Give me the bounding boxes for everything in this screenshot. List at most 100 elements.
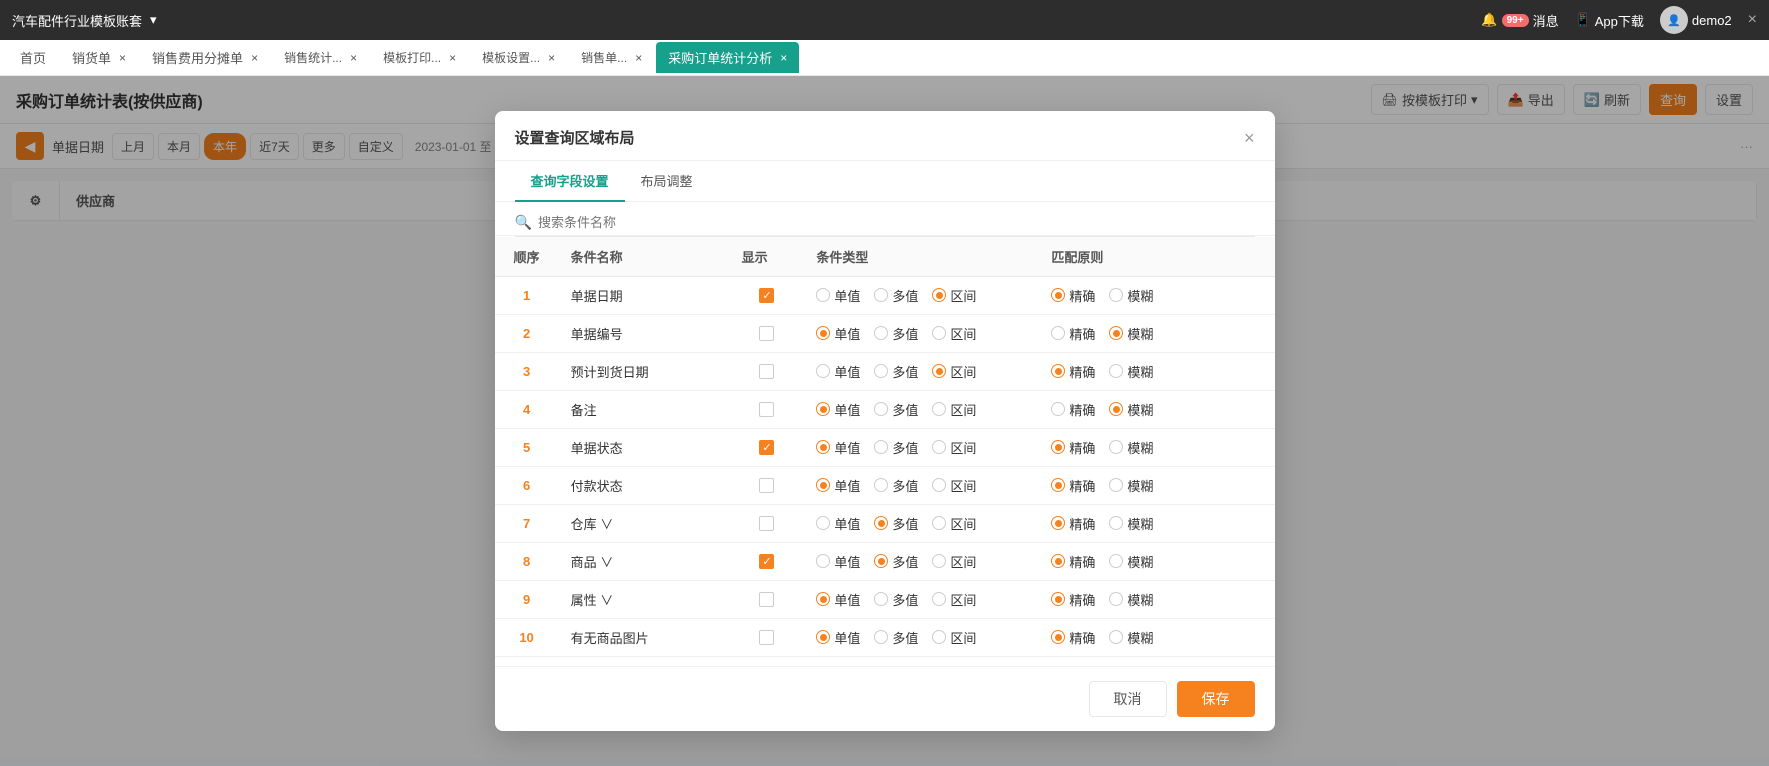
row-order-8: 9 (495, 580, 559, 618)
radio-match-模糊-8[interactable]: 模糊 (1109, 590, 1153, 609)
checkbox-display-2[interactable] (759, 364, 774, 379)
radio-type-单值-4[interactable]: 单值 (816, 438, 860, 457)
tab-query-fields[interactable]: 查询字段设置 (515, 161, 625, 202)
checkbox-display-9[interactable] (759, 630, 774, 645)
checkbox-display-8[interactable] (759, 592, 774, 607)
checkbox-display-6[interactable] (759, 516, 774, 531)
checkbox-display-7[interactable] (759, 554, 774, 569)
radio-type-单值-6[interactable]: 单值 (816, 514, 860, 533)
tab-sales-order-close[interactable]: × (119, 51, 126, 65)
radio-match-模糊-3[interactable]: 模糊 (1109, 400, 1153, 419)
checkbox-display-0[interactable] (759, 288, 774, 303)
radio-type-单值-8[interactable]: 单值 (816, 590, 860, 609)
radio-type-多值-0[interactable]: 多值 (874, 286, 918, 305)
row-order-3: 4 (495, 390, 559, 428)
radio-type-单值-1[interactable]: 单值 (816, 324, 860, 343)
radio-type-区间-8[interactable]: 区间 (932, 590, 976, 609)
tab-sales-tab5-close[interactable]: × (548, 51, 555, 65)
checkbox-display-1[interactable] (759, 326, 774, 341)
row-type-0: 单值多值区间 (804, 276, 1039, 314)
tab-sales-tab3[interactable]: 销售统计... × (272, 43, 369, 72)
checkbox-display-5[interactable] (759, 478, 774, 493)
tab-purchase-stats-close[interactable]: × (780, 51, 787, 65)
radio-match-精确-6[interactable]: 精确 (1051, 514, 1095, 533)
tab-sales-fee-close[interactable]: × (251, 51, 258, 65)
tab-layout-adjust[interactable]: 布局调整 (625, 161, 709, 202)
radio-match-模糊-6[interactable]: 模糊 (1109, 514, 1153, 533)
radio-type-单值-2[interactable]: 单值 (816, 362, 860, 381)
tab-purchase-stats[interactable]: 采购订单统计分析 × (656, 42, 799, 73)
header-type: 条件类型 (804, 237, 1039, 277)
radio-match-精确-4[interactable]: 精确 (1051, 438, 1095, 457)
cancel-button[interactable]: 取消 (1089, 681, 1167, 717)
tab-purchase-stats-label: 采购订单统计分析 (668, 48, 772, 67)
radio-match-模糊-9[interactable]: 模糊 (1109, 628, 1153, 647)
radio-type-多值-7[interactable]: 多值 (874, 552, 918, 571)
radio-type-区间-6[interactable]: 区间 (932, 514, 976, 533)
tab-sales-fee[interactable]: 销售费用分摊单 × (140, 42, 270, 73)
row-order-5: 6 (495, 466, 559, 504)
tab-sales-order[interactable]: 销货单 × (60, 42, 138, 73)
radio-match-模糊-0[interactable]: 模糊 (1109, 286, 1153, 305)
radio-type-区间-4[interactable]: 区间 (932, 438, 976, 457)
radio-type-区间-0[interactable]: 区间 (932, 286, 976, 305)
radio-match-模糊-4[interactable]: 模糊 (1109, 438, 1153, 457)
radio-type-单值-5[interactable]: 单值 (816, 476, 860, 495)
radio-type-单值-3[interactable]: 单值 (816, 400, 860, 419)
radio-match-精确-9[interactable]: 精确 (1051, 628, 1095, 647)
radio-match-模糊-5[interactable]: 模糊 (1109, 476, 1153, 495)
radio-match-模糊-1[interactable]: 模糊 (1109, 324, 1153, 343)
radio-type-多值-2[interactable]: 多值 (874, 362, 918, 381)
radio-type-单值-0[interactable]: 单值 (816, 286, 860, 305)
tab-sales-tab3-close[interactable]: × (350, 51, 357, 65)
radio-type-多值-9[interactable]: 多值 (874, 628, 918, 647)
radio-type-单值-7[interactable]: 单值 (816, 552, 860, 571)
radio-type-多值-6[interactable]: 多值 (874, 514, 918, 533)
row-match-9: 精确模糊 (1039, 618, 1274, 656)
radio-type-多值-3[interactable]: 多值 (874, 400, 918, 419)
top-bar: 汽车配件行业模板账套 ▾ 🔔 99+ 消息 📱 App下载 👤 demo2 × (0, 0, 1769, 40)
radio-type-多值-5[interactable]: 多值 (874, 476, 918, 495)
download-btn[interactable]: 📱 App下载 (1575, 11, 1644, 30)
notification-count: 99+ (1502, 14, 1529, 27)
row-type-7: 单值多值区间 (804, 542, 1039, 580)
save-button[interactable]: 保存 (1177, 681, 1255, 717)
checkbox-display-3[interactable] (759, 402, 774, 417)
radio-match-精确-7[interactable]: 精确 (1051, 552, 1095, 571)
radio-match-模糊-7[interactable]: 模糊 (1109, 552, 1153, 571)
user-area[interactable]: 👤 demo2 (1660, 6, 1732, 34)
notification-btn[interactable]: 🔔 99+ 消息 (1481, 11, 1558, 30)
tab-sales-tab4[interactable]: 模板打印... × (371, 43, 468, 72)
radio-match-精确-8[interactable]: 精确 (1051, 590, 1095, 609)
radio-type-区间-9[interactable]: 区间 (932, 628, 976, 647)
radio-match-模糊-2[interactable]: 模糊 (1109, 362, 1153, 381)
tab-sales-tab4-close[interactable]: × (449, 51, 456, 65)
radio-type-单值-9[interactable]: 单值 (816, 628, 860, 647)
header-match: 匹配原则 (1039, 237, 1274, 277)
radio-type-区间-5[interactable]: 区间 (932, 476, 976, 495)
radio-type-区间-2[interactable]: 区间 (932, 362, 976, 381)
tab-home[interactable]: 首页 (8, 42, 58, 73)
tab-sales-tab6-close[interactable]: × (635, 51, 642, 65)
radio-match-精确-1[interactable]: 精确 (1051, 324, 1095, 343)
radio-type-区间-3[interactable]: 区间 (932, 400, 976, 419)
tab-sales-tab6[interactable]: 销售单... × (569, 43, 654, 72)
dropdown-icon[interactable]: ▾ (150, 12, 157, 28)
radio-match-精确-2[interactable]: 精确 (1051, 362, 1095, 381)
radio-match-精确-0[interactable]: 精确 (1051, 286, 1095, 305)
user-name: demo2 (1692, 13, 1732, 28)
radio-match-精确-3[interactable]: 精确 (1051, 400, 1095, 419)
app-name-area: 汽车配件行业模板账套 ▾ (12, 11, 157, 30)
tab-sales-tab5[interactable]: 模板设置... × (470, 43, 567, 72)
checkbox-display-4[interactable] (759, 440, 774, 455)
radio-type-多值-8[interactable]: 多值 (874, 590, 918, 609)
row-order-6: 7 (495, 504, 559, 542)
radio-type-区间-7[interactable]: 区间 (932, 552, 976, 571)
radio-match-精确-5[interactable]: 精确 (1051, 476, 1095, 495)
radio-type-区间-1[interactable]: 区间 (932, 324, 976, 343)
dialog-close-btn[interactable]: × (1244, 129, 1255, 147)
radio-type-多值-4[interactable]: 多值 (874, 438, 918, 457)
search-input[interactable] (538, 215, 1255, 230)
radio-type-多值-1[interactable]: 多值 (874, 324, 918, 343)
top-close-btn[interactable]: × (1748, 11, 1757, 29)
